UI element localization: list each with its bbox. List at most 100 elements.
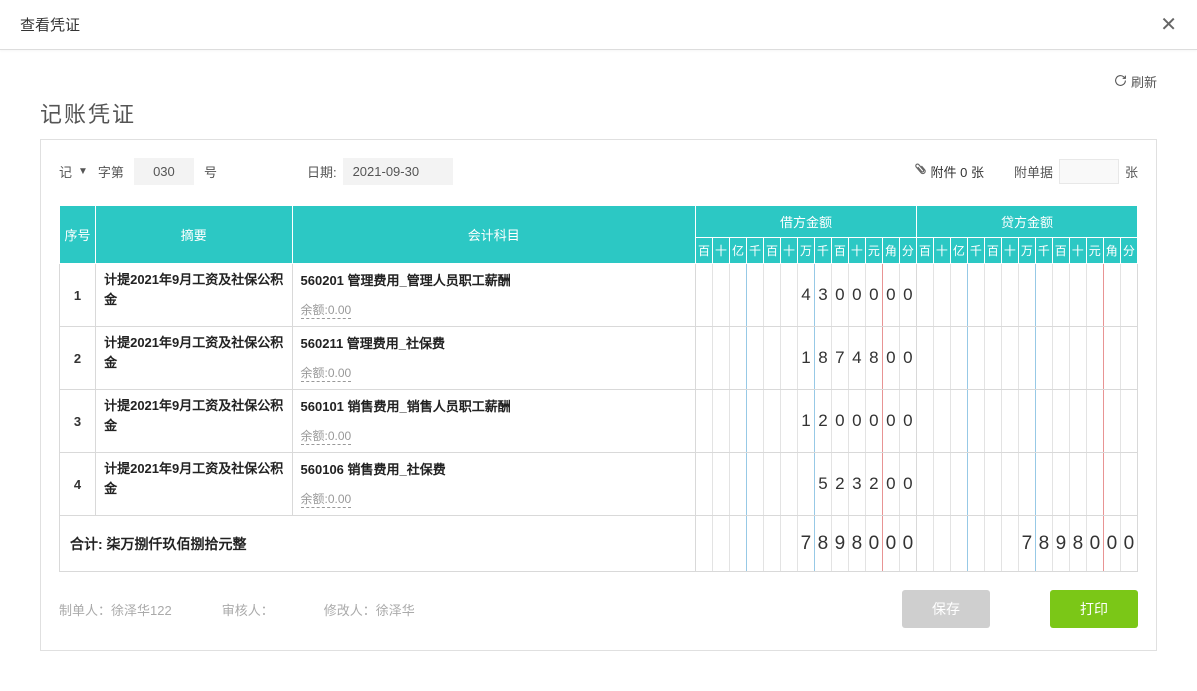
money-cell[interactable]: 4300000	[696, 264, 917, 327]
label-hao: 号	[204, 162, 217, 181]
page-title: 记账凭证	[40, 97, 1157, 129]
voucher-type-value: 记	[59, 162, 72, 181]
refresh-button[interactable]: 刷新	[1114, 72, 1157, 91]
th-debit: 借方金额	[696, 206, 917, 238]
th-unit: 亿	[730, 238, 747, 264]
digit	[968, 327, 985, 389]
refresh-icon	[1114, 74, 1127, 90]
close-icon[interactable]: ✕	[1160, 15, 1177, 35]
th-unit: 万	[797, 238, 814, 264]
voucher-form-row: 记 ▼ 字第 号 日期: 附件 0 张 附单据 张	[59, 158, 1138, 185]
digit	[713, 327, 730, 389]
digit	[1053, 453, 1070, 515]
digit	[713, 390, 730, 452]
digit	[696, 390, 713, 452]
att-slip-input[interactable]	[1059, 159, 1119, 184]
digit	[764, 327, 781, 389]
th-unit: 万	[1018, 238, 1035, 264]
cell-account[interactable]: 560201 管理费用_管理人员职工薪酬余额:0.00	[292, 264, 696, 327]
th-unit: 百	[984, 238, 1001, 264]
th-seq: 序号	[60, 206, 96, 264]
th-unit: 角	[1103, 238, 1120, 264]
digit: 0	[849, 390, 866, 452]
att-slip-unit: 张	[1125, 162, 1138, 181]
digit: 0	[900, 453, 916, 515]
th-unit: 十	[933, 238, 950, 264]
digit	[1070, 390, 1087, 452]
digit	[1070, 264, 1087, 326]
digit	[985, 390, 1002, 452]
label-zidi: 字第	[98, 162, 124, 181]
account-balance: 余额:0.00	[301, 427, 352, 445]
account-name: 560201 管理费用_管理人员职工薪酬	[301, 270, 688, 289]
date-input[interactable]	[343, 158, 453, 185]
save-button[interactable]: 保存	[902, 590, 990, 628]
digit	[951, 264, 968, 326]
money-cell[interactable]: 523200	[696, 453, 917, 516]
digit	[951, 516, 968, 571]
digit	[1019, 390, 1036, 452]
date-label: 日期:	[307, 162, 337, 181]
table-row: 3计提2021年9月工资及社保公积金560101 销售费用_销售人员职工薪酬余额…	[60, 390, 1138, 453]
digit	[917, 327, 934, 389]
money-cell[interactable]	[916, 390, 1137, 453]
digit	[1104, 264, 1121, 326]
digit	[985, 264, 1002, 326]
money-cell[interactable]: 1200000	[696, 390, 917, 453]
account-name: 560211 管理费用_社保费	[301, 333, 688, 352]
digit	[764, 390, 781, 452]
th-account: 会计科目	[292, 206, 696, 264]
print-button[interactable]: 打印	[1050, 590, 1138, 628]
cell-seq: 4	[60, 453, 96, 516]
money-cell[interactable]: 1874800	[696, 327, 917, 390]
digit	[1019, 264, 1036, 326]
total-row: 合计: 柒万捌仟玖佰捌拾元整78980007898000	[60, 516, 1138, 572]
voucher-number-input[interactable]	[134, 158, 194, 185]
digit	[1053, 327, 1070, 389]
digit: 7	[1019, 516, 1036, 571]
att-slip-label: 附单据	[1014, 162, 1053, 181]
money-cell[interactable]: 7898000	[696, 516, 917, 572]
digit: 0	[866, 516, 883, 571]
th-unit: 千	[814, 238, 831, 264]
money-cell[interactable]	[916, 264, 1137, 327]
cell-summary[interactable]: 计提2021年9月工资及社保公积金	[96, 264, 292, 327]
cell-summary[interactable]: 计提2021年9月工资及社保公积金	[96, 453, 292, 516]
table-row: 4计提2021年9月工资及社保公积金560106 销售费用_社保费余额:0.00…	[60, 453, 1138, 516]
digit	[1121, 453, 1137, 515]
digit	[1036, 453, 1053, 515]
caret-down-icon: ▼	[78, 166, 88, 177]
digit: 0	[900, 327, 916, 389]
digit: 5	[815, 453, 832, 515]
digit	[1019, 327, 1036, 389]
digit	[1002, 453, 1019, 515]
cell-account[interactable]: 560106 销售费用_社保费余额:0.00	[292, 453, 696, 516]
digit	[1002, 264, 1019, 326]
digit	[747, 516, 764, 571]
cell-summary[interactable]: 计提2021年9月工资及社保公积金	[96, 327, 292, 390]
digit: 7	[832, 327, 849, 389]
money-cell[interactable]	[916, 327, 1137, 390]
digit: 4	[798, 264, 815, 326]
modal-header: 查看凭证 ✕	[0, 0, 1197, 50]
digit	[713, 264, 730, 326]
digit: 2	[815, 390, 832, 452]
digit: 3	[849, 453, 866, 515]
digit	[934, 453, 951, 515]
footer-info: 制单人：徐泽华122 审核人： 修改人：徐泽华 保存 打印	[59, 590, 1138, 628]
cell-account[interactable]: 560101 销售费用_销售人员职工薪酬余额:0.00	[292, 390, 696, 453]
digit: 4	[849, 327, 866, 389]
modifier-value: 徐泽华	[376, 603, 415, 618]
account-name: 560101 销售费用_销售人员职工薪酬	[301, 396, 688, 415]
voucher-type-select[interactable]: 记 ▼	[59, 162, 88, 181]
digit	[1036, 327, 1053, 389]
digit	[1087, 453, 1104, 515]
digit	[781, 327, 798, 389]
money-cell[interactable]: 7898000	[916, 516, 1137, 572]
modifier-label: 修改人：	[324, 603, 376, 618]
money-cell[interactable]	[916, 453, 1137, 516]
attachment-link[interactable]: 附件 0 张	[911, 162, 984, 181]
cell-account[interactable]: 560211 管理费用_社保费余额:0.00	[292, 327, 696, 390]
cell-summary[interactable]: 计提2021年9月工资及社保公积金	[96, 390, 292, 453]
digit	[730, 264, 747, 326]
